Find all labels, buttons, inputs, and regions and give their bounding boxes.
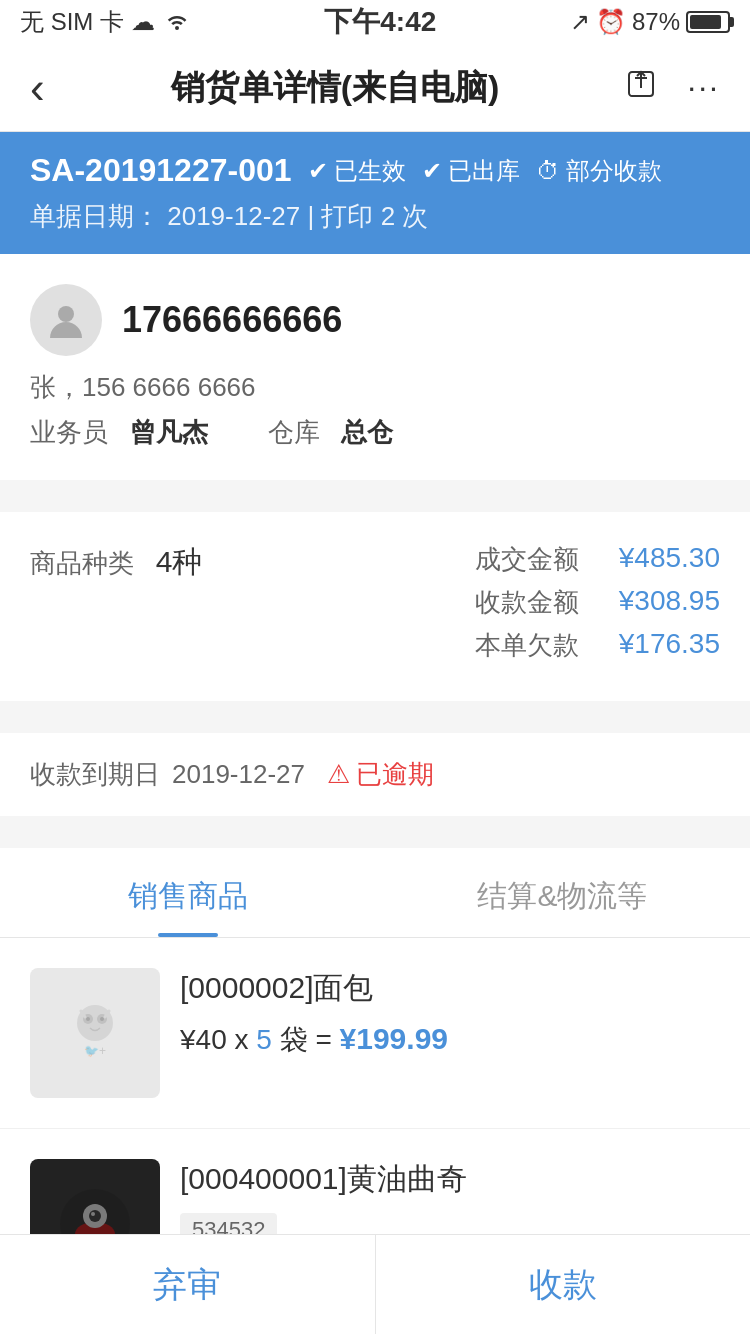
bottom-bar: 弃审 收款 — [0, 1234, 750, 1334]
svg-point-12 — [91, 1212, 95, 1216]
abandon-review-button[interactable]: 弃审 — [0, 1235, 376, 1334]
collect-payment-button[interactable]: 收款 — [376, 1235, 751, 1334]
svg-point-6 — [100, 1017, 104, 1021]
staff-warehouse-row: 业务员 曾凡杰 仓库 总仓 — [30, 415, 720, 450]
amount-stats: 成交金额 ¥485.30 收款金额 ¥308.95 本单欠款 ¥176.35 — [475, 542, 720, 671]
svg-point-11 — [89, 1210, 101, 1222]
back-button[interactable]: ‹ — [30, 63, 45, 113]
check-icon-1: ✔ — [308, 157, 328, 185]
nav-bar: ‹ 销货单详情(来自电脑) ··· — [0, 44, 750, 132]
tab-sales-products[interactable]: 销售商品 — [0, 848, 375, 937]
battery-icon — [686, 11, 730, 33]
order-id: SA-20191227-001 — [30, 152, 292, 189]
svg-point-5 — [86, 1017, 90, 1021]
status-bar: 无 SIM 卡 ☁ 下午4:42 ↗ ⏰ 87% — [0, 0, 750, 44]
status-partial: ⏱ 部分收款 — [536, 155, 662, 187]
product-info-1: [0000002]面包 ¥40 x 5 袋 = ¥199.99 — [180, 968, 720, 1059]
category-stat: 商品种类 4种 — [30, 542, 202, 583]
status-shipped: ✔ 已出库 — [422, 155, 520, 187]
customer-section: 17666666666 张，156 6666 6666 业务员 曾凡杰 仓库 总… — [0, 254, 750, 480]
svg-text:🐦+: 🐦+ — [84, 1043, 106, 1058]
received-row: 收款金额 ¥308.95 — [475, 585, 720, 620]
received-amount: ¥308.95 — [619, 585, 720, 620]
product-item-1: 🐦+ [0000002]面包 ¥40 x 5 袋 = ¥199.99 — [0, 938, 750, 1129]
due-date-value: 2019-12-27 — [172, 759, 305, 790]
battery-percent: 87% — [632, 8, 680, 36]
product-price-1: ¥40 x 5 袋 = ¥199.99 — [180, 1021, 720, 1059]
svg-point-1 — [58, 306, 74, 322]
page-title: 销货单详情(来自电脑) — [171, 65, 500, 111]
status-right: ↗ ⏰ 87% — [570, 8, 730, 36]
clock-icon: ⏱ — [536, 157, 560, 185]
warehouse-label: 仓库 总仓 — [268, 415, 394, 450]
customer-name-phone: 张，156 6666 6666 — [30, 370, 720, 405]
staff-label: 业务员 曾凡杰 — [30, 415, 208, 450]
overdue-badge: ⚠ 已逾期 — [327, 757, 434, 792]
product-name-1: [0000002]面包 — [180, 968, 720, 1009]
status-effective: ✔ 已生效 — [308, 155, 406, 187]
due-date-section: 收款到期日 2019-12-27 ⚠ 已逾期 — [0, 733, 750, 816]
transaction-amount: ¥485.30 — [619, 542, 720, 577]
divider-1 — [0, 496, 750, 512]
divider-3 — [0, 832, 750, 848]
due-date-label: 收款到期日 — [30, 757, 160, 792]
tab-settlement[interactable]: 结算&物流等 — [375, 848, 750, 937]
share-icon[interactable] — [625, 68, 657, 108]
sim-status: 无 SIM 卡 ☁ — [20, 6, 155, 38]
customer-id: 17666666666 — [122, 299, 342, 341]
check-icon-2: ✔ — [422, 157, 442, 185]
product-tabs: 销售商品 结算&物流等 — [0, 848, 750, 938]
alarm-icon: ⏰ — [596, 8, 626, 36]
location-icon: ↗ — [570, 8, 590, 36]
more-icon[interactable]: ··· — [687, 69, 720, 106]
divider-2 — [0, 717, 750, 733]
transaction-row: 成交金额 ¥485.30 — [475, 542, 720, 577]
product-thumb-1: 🐦+ — [30, 968, 160, 1098]
warning-icon: ⚠ — [327, 759, 350, 790]
customer-avatar — [30, 284, 102, 356]
status-time: 下午4:42 — [324, 3, 436, 41]
order-header: SA-20191227-001 ✔ 已生效 ✔ 已出库 ⏱ 部分收款 单据日期：… — [0, 132, 750, 254]
debt-row: 本单欠款 ¥176.35 — [475, 628, 720, 663]
product-qty-1: 5 — [256, 1024, 272, 1055]
nav-icons: ··· — [625, 68, 720, 108]
product-name-2: [000400001]黄油曲奇 — [180, 1159, 720, 1200]
status-left: 无 SIM 卡 ☁ — [20, 6, 191, 38]
order-date-row: 单据日期： 2019-12-27 | 打印 2 次 — [30, 199, 720, 234]
wifi-icon — [163, 8, 191, 36]
stats-section: 商品种类 4种 成交金额 ¥485.30 收款金额 ¥308.95 本单欠款 ¥… — [0, 512, 750, 701]
debt-amount: ¥176.35 — [619, 628, 720, 663]
